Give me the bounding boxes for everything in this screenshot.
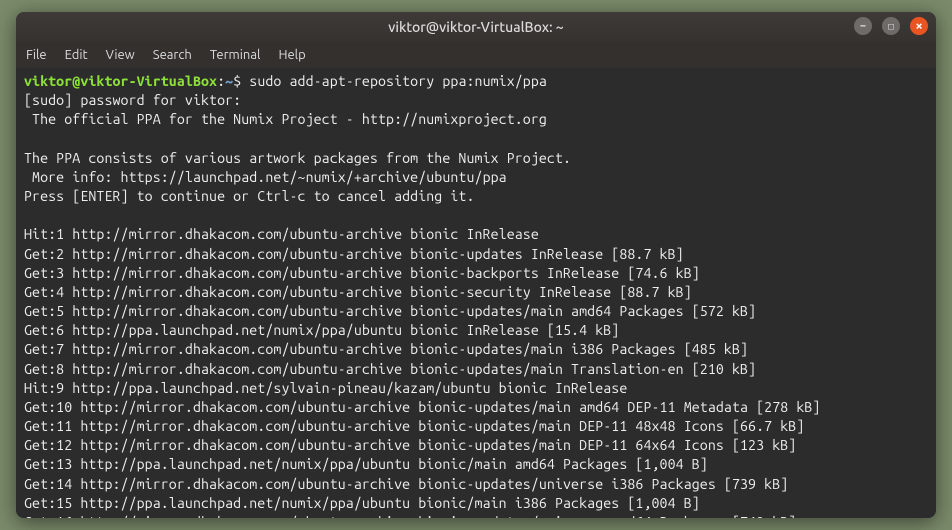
output-line: Get:2 http://mirror.dhakacom.com/ubuntu-…	[24, 246, 684, 262]
command-text: sudo add-apt-repository ppa:numix/ppa	[249, 73, 547, 89]
menu-edit[interactable]: Edit	[65, 48, 88, 62]
output-line: Get:10 http://mirror.dhakacom.com/ubuntu…	[24, 399, 820, 415]
output-line: Get:4 http://mirror.dhakacom.com/ubuntu-…	[24, 284, 692, 300]
titlebar[interactable]: viktor@viktor-VirtualBox: ~	[16, 12, 936, 42]
output-line: Get:6 http://ppa.launchpad.net/numix/ppa…	[24, 322, 619, 338]
terminal-output[interactable]: viktor@viktor-VirtualBox:~$ sudo add-apt…	[16, 68, 936, 518]
prompt-sep1: :	[217, 73, 225, 89]
output-line: More info: https://launchpad.net/~numix/…	[24, 169, 507, 185]
prompt-path: ~	[225, 73, 233, 89]
output-line: Get:11 http://mirror.dhakacom.com/ubuntu…	[24, 418, 804, 434]
output-line: Press [ENTER] to continue or Ctrl-c to c…	[24, 188, 475, 204]
output-line: The official PPA for the Numix Project -…	[24, 111, 547, 127]
output-line: The PPA consists of various artwork pack…	[24, 150, 571, 166]
output-line: Get:7 http://mirror.dhakacom.com/ubuntu-…	[24, 341, 748, 357]
output-line: Get:3 http://mirror.dhakacom.com/ubuntu-…	[24, 265, 700, 281]
window-controls	[854, 17, 928, 35]
minimize-button[interactable]	[854, 17, 872, 35]
output-line: Get:13 http://ppa.launchpad.net/numix/pp…	[24, 456, 708, 472]
output-line: Get:5 http://mirror.dhakacom.com/ubuntu-…	[24, 303, 756, 319]
menubar: File Edit View Search Terminal Help	[16, 42, 936, 68]
output-line: Get:14 http://mirror.dhakacom.com/ubuntu…	[24, 476, 788, 492]
output-line: Hit:1 http://mirror.dhakacom.com/ubuntu-…	[24, 226, 539, 242]
output-line: [sudo] password for viktor:	[24, 92, 241, 108]
terminal-window: viktor@viktor-VirtualBox: ~ File Edit Vi…	[16, 12, 936, 518]
window-title: viktor@viktor-VirtualBox: ~	[388, 19, 563, 35]
prompt-user: viktor@viktor-VirtualBox	[24, 73, 217, 89]
menu-terminal[interactable]: Terminal	[210, 48, 261, 62]
menu-help[interactable]: Help	[278, 48, 305, 62]
output-line: Hit:9 http://ppa.launchpad.net/sylvain-p…	[24, 380, 627, 396]
prompt-sep2: $	[233, 73, 249, 89]
output-line: Get:16 http://mirror.dhakacom.com/ubuntu…	[24, 514, 796, 518]
output-line: Get:8 http://mirror.dhakacom.com/ubuntu-…	[24, 361, 756, 377]
output-line: Get:15 http://ppa.launchpad.net/numix/pp…	[24, 495, 700, 511]
output-line: Get:12 http://mirror.dhakacom.com/ubuntu…	[24, 437, 796, 453]
menu-file[interactable]: File	[26, 48, 47, 62]
close-button[interactable]	[910, 17, 928, 35]
menu-view[interactable]: View	[106, 48, 135, 62]
maximize-button[interactable]	[882, 17, 900, 35]
menu-search[interactable]: Search	[153, 48, 192, 62]
